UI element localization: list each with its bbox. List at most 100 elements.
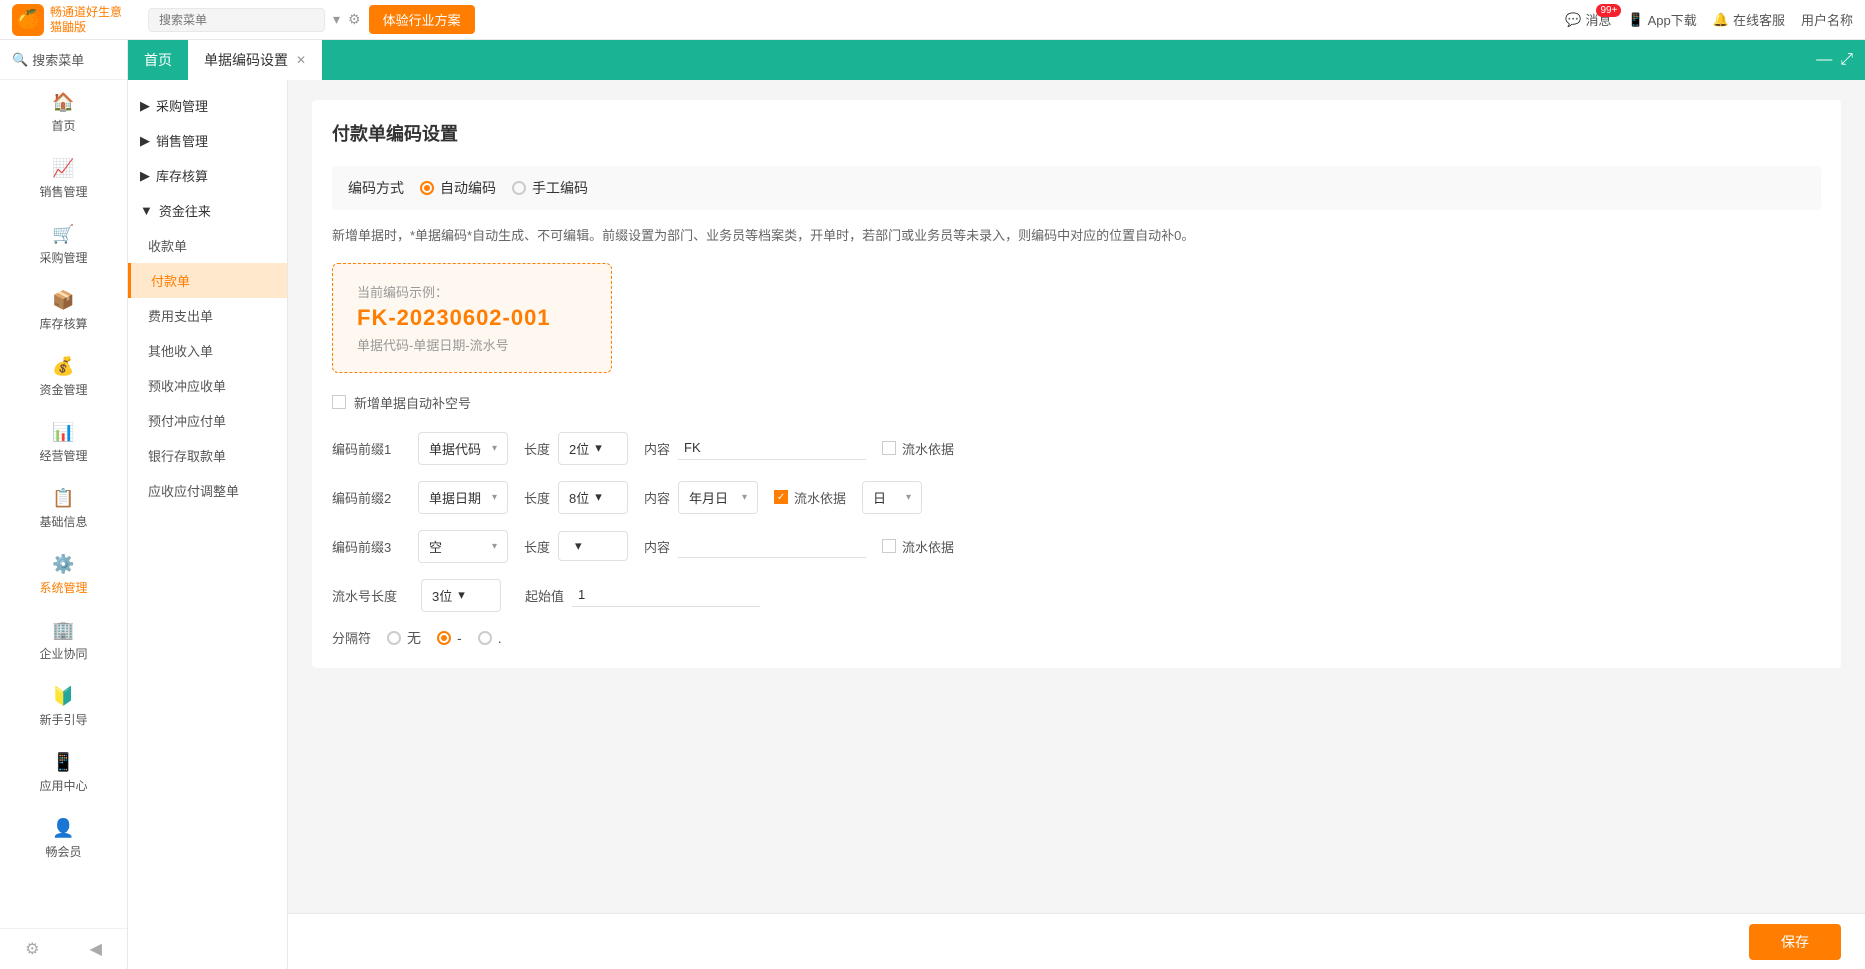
sidebar-item-guide[interactable]: 🔰 新手引导 (0, 674, 127, 740)
length1-select[interactable]: 2位 ▾ (558, 432, 628, 465)
flow-extra-2-select[interactable]: 日 ▾ (862, 481, 922, 514)
serial-length-value: 3位 (432, 586, 452, 605)
logo-text: 畅通道好生意 猫鼬版 (50, 5, 122, 34)
content2-select[interactable]: 年月日 ▾ (678, 481, 758, 514)
serial-start-input[interactable] (572, 583, 760, 607)
sub-menu-header-inventory[interactable]: ▶ 库存核算 (128, 158, 287, 193)
length2-select[interactable]: 8位 ▾ (558, 481, 628, 514)
tab-expand-icon[interactable]: ⤢ (1840, 51, 1853, 69)
sidebar-settings-icon[interactable]: ⚙ (25, 939, 39, 959)
sales-icon: 📈 (52, 158, 74, 179)
length1-label: 长度 (524, 439, 550, 458)
message-button[interactable]: 💬 消息 99+ (1565, 10, 1611, 29)
length1-value: 2位 (569, 439, 589, 458)
sub-menu-finance: ▼ 资金往来 收款单 付款单 费用支出单 其他收入单 预收冲应收单 预付冲应付单… (128, 193, 287, 508)
logo-icon: 🍊 (12, 4, 44, 36)
flow-checkbox-1[interactable] (882, 441, 896, 455)
user-menu[interactable]: 用户名称 (1801, 10, 1853, 29)
inner-layout: ▶ 采购管理 ▶ 销售管理 ▶ 库存核算 (128, 80, 1865, 969)
sidebar-item-enterprise[interactable]: 🏢 企业协同 (0, 608, 127, 674)
sub-menu-item-bank-deposit[interactable]: 银行存取款单 (128, 438, 287, 473)
sidebar-item-member[interactable]: 👤 畅会员 (0, 806, 127, 872)
online-service-button[interactable]: 🔔 在线客服 (1713, 10, 1785, 29)
prefix3-select[interactable]: 空 ▾ (418, 530, 508, 563)
sidebar-item-basic[interactable]: 📋 基础信息 (0, 476, 127, 542)
preview-box: 当前编码示例： FK-20230602-001 单据代码-单据日期-流水号 (332, 263, 612, 373)
length1-arrow-icon: ▾ (595, 440, 602, 456)
sub-menu-header-sales[interactable]: ▶ 销售管理 (128, 123, 287, 158)
tab-minimize-icon[interactable]: — (1816, 51, 1832, 69)
tab-encode-settings[interactable]: 单据编码设置 ✕ (188, 40, 322, 80)
serial-arrow-icon: ▾ (458, 587, 465, 603)
sidebar-item-finance[interactable]: 💰 资金管理 (0, 344, 127, 410)
auto-fill-label: 新增单据自动补空号 (354, 393, 471, 412)
sidebar-item-system[interactable]: ⚙️ 系统管理 (0, 542, 127, 608)
length3-select[interactable]: ▾ (558, 531, 628, 561)
tab-home[interactable]: 首页 (128, 40, 188, 80)
top-search-input[interactable] (148, 8, 325, 32)
length2-value: 8位 (569, 488, 589, 507)
page-title: 付款单编码设置 (332, 120, 1821, 146)
content-area: 首页 单据编码设置 ✕ — ⤢ ▶ 采购管理 (128, 40, 1865, 969)
sub-menu-item-adjust[interactable]: 应收应付调整单 (128, 473, 287, 508)
sidebar-item-purchase[interactable]: 🛒 采购管理 (0, 212, 127, 278)
sidebar-item-home[interactable]: 🏠 首页 (0, 80, 127, 146)
flow-check-2: ✓ 流水依据 (774, 488, 846, 507)
preview-code: FK-20230602-001 (357, 305, 587, 331)
length2-arrow-icon: ▾ (595, 489, 602, 505)
flow-checkbox-3[interactable] (882, 539, 896, 553)
message-badge: 99+ (1596, 4, 1621, 17)
content2-value: 年月日 (689, 488, 736, 507)
logo: 🍊 畅通道好生意 猫鼬版 (12, 4, 140, 36)
sub-menu-item-expense[interactable]: 费用支出单 (128, 298, 287, 333)
sub-menu-item-prepay-payable[interactable]: 预付冲应付单 (128, 403, 287, 438)
config-length-1: 长度 2位 ▾ (524, 432, 628, 465)
sub-menu-item-payment[interactable]: 付款单 (128, 263, 287, 298)
flow-checkbox-2[interactable]: ✓ (774, 490, 788, 504)
sub-menu-header-finance[interactable]: ▼ 资金往来 (128, 193, 287, 228)
content2-arrow-icon: ▾ (742, 492, 747, 503)
config-row-1: 编码前缀1 单据代码 ▾ 长度 2位 ▾ (332, 432, 1821, 465)
flow-check-3[interactable]: 流水依据 (882, 537, 954, 556)
sub-menu-purchase: ▶ 采购管理 (128, 88, 287, 123)
operation-icon: 📊 (52, 422, 74, 443)
separator-none-radio[interactable]: 无 (387, 628, 421, 648)
sub-sidebar: ▶ 采购管理 ▶ 销售管理 ▶ 库存核算 (128, 80, 288, 969)
settings-icon[interactable]: ⚙ (348, 11, 361, 28)
chevron-down-icon[interactable]: ▾ (333, 11, 340, 28)
auto-fill-checkbox[interactable] (332, 395, 346, 409)
serial-length-select[interactable]: 3位 ▾ (421, 579, 501, 612)
separator-label: 分隔符 (332, 628, 371, 647)
service-icon: 🔔 (1713, 12, 1729, 28)
sub-menu-item-prepay-receivable[interactable]: 预收冲应收单 (128, 368, 287, 403)
serial-start: 起始值 (525, 583, 760, 607)
separator-dot-radio[interactable]: . (478, 630, 502, 646)
sub-menu-item-receipt[interactable]: 收款单 (128, 228, 287, 263)
sidebar-collapse-icon[interactable]: ◀ (90, 939, 102, 959)
inventory-icon: 📦 (52, 290, 74, 311)
content3-label: 内容 (644, 537, 670, 556)
purchase-icon: 🛒 (52, 224, 74, 245)
tab-close-icon[interactable]: ✕ (296, 53, 306, 67)
prefix1-select[interactable]: 单据代码 ▾ (418, 432, 508, 465)
content1-input[interactable] (678, 436, 866, 460)
length3-arrow-icon: ▾ (575, 538, 582, 554)
manual-encode-radio-dot (512, 181, 526, 195)
main-content: 付款单编码设置 编码方式 自动编码 手 (288, 80, 1865, 913)
sub-menu-item-other-income[interactable]: 其他收入单 (128, 333, 287, 368)
content3-input[interactable] (678, 534, 866, 558)
trial-button[interactable]: 体验行业方案 (369, 5, 475, 34)
flow-check-1[interactable]: 流水依据 (882, 439, 954, 458)
sub-menu-header-purchase[interactable]: ▶ 采购管理 (128, 88, 287, 123)
sidebar-item-sales[interactable]: 📈 销售管理 (0, 146, 127, 212)
manual-encode-radio[interactable]: 手工编码 (512, 178, 588, 198)
sidebar-item-appstore[interactable]: 📱 应用中心 (0, 740, 127, 806)
sidebar-item-operation[interactable]: 📊 经营管理 (0, 410, 127, 476)
sidebar-item-inventory[interactable]: 📦 库存核算 (0, 278, 127, 344)
separator-dash-radio[interactable]: - (437, 630, 462, 646)
prefix2-select[interactable]: 单据日期 ▾ (418, 481, 508, 514)
auto-encode-radio[interactable]: 自动编码 (420, 178, 496, 198)
save-button[interactable]: 保存 (1749, 924, 1841, 960)
sidebar-search[interactable]: 🔍 搜索菜单 (0, 40, 127, 80)
app-download-button[interactable]: 📱 App下载 (1627, 10, 1696, 29)
